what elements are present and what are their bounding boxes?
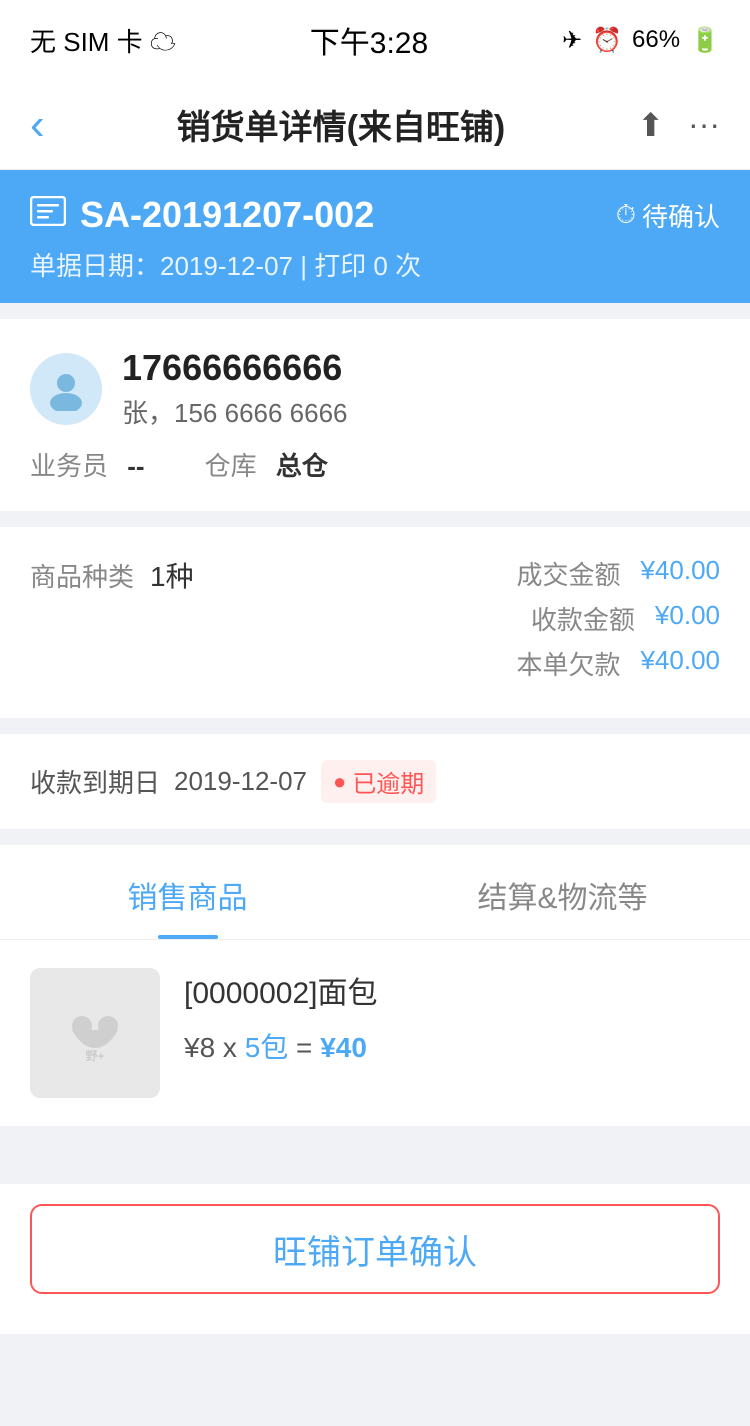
nav-bar: ‹ 销货单详情(来自旺铺) ⬆ ··· [0, 80, 750, 170]
status-bar: 无 SIM 卡 ☁ 下午3:28 ✈ ⏰ 66% 🔋 [0, 0, 750, 80]
order-banner: SA-20191207-002 ⏱ 待确认 单据日期：2019-12-07 | … [0, 170, 750, 303]
location-icon: ✈ [562, 26, 582, 55]
amount-value-0: ¥40.00 [640, 555, 720, 592]
confirm-button[interactable]: 旺铺订单确认 [30, 1204, 720, 1294]
tabs: 销售商品 结算&物流等 [0, 845, 750, 940]
tab-settlement[interactable]: 结算&物流等 [375, 845, 750, 939]
product-name: [0000002]面包 [184, 968, 720, 1012]
nav-actions: ⬆ ··· [637, 106, 720, 144]
tab-products[interactable]: 销售商品 [0, 845, 375, 939]
status-time: 下午3:28 [310, 18, 428, 62]
summary-card: 商品种类 1种 成交金额 ¥40.00 收款金额 ¥0.00 本单欠款 ¥40.… [0, 527, 750, 718]
clock-icon: ⏱ [616, 199, 636, 231]
sales-label: 业务员 [30, 451, 108, 481]
more-icon[interactable]: ··· [688, 106, 720, 143]
battery-level: 66% [632, 26, 680, 54]
status-right: ✈ ⏰ 66% 🔋 [562, 26, 720, 55]
customer-contact: 张，156 6666 6666 [122, 393, 348, 430]
amount-value-2: ¥40.00 [640, 645, 720, 682]
product-type-value: 1种 [150, 555, 194, 595]
product-price: ¥8 x 5包 = ¥40 [184, 1026, 720, 1066]
order-icon [30, 196, 66, 234]
battery-icon: 🔋 [690, 26, 720, 55]
due-label: 收款到期日 [30, 763, 160, 800]
product-thumbnail: 野+ [30, 968, 160, 1098]
product-total: ¥40 [320, 1032, 367, 1063]
sim-indicator: 无 SIM 卡 ☁ [30, 22, 176, 59]
product-item: 野+ [0000002]面包 ¥8 x 5包 = ¥40 [0, 940, 750, 1126]
page-title: 销货单详情(来自旺铺) [177, 100, 506, 149]
product-details: [0000002]面包 ¥8 x 5包 = ¥40 [184, 968, 720, 1066]
svg-text:野+: 野+ [85, 1049, 104, 1063]
order-meta: 单据日期：2019-12-07 | 打印 0 次 [30, 246, 720, 283]
equals-text: = [288, 1032, 320, 1063]
due-date-row: 收款到期日 2019-12-07 ● 已逾期 [0, 734, 750, 829]
share-icon[interactable]: ⬆ [637, 106, 664, 144]
back-button[interactable]: ‹ [30, 100, 45, 150]
alarm-icon: ⏰ [592, 26, 622, 55]
price-text: ¥8 x [184, 1032, 245, 1063]
customer-phone: 17666666666 [122, 347, 348, 389]
due-date: 2019-12-07 [174, 766, 307, 797]
amount-label-1: 收款金额 [531, 600, 635, 637]
status-left: 无 SIM 卡 ☁ [30, 22, 176, 59]
order-status: ⏱ 待确认 [616, 197, 720, 234]
confirm-bar: 旺铺订单确认 [0, 1184, 750, 1334]
amount-label-0: 成交金额 [516, 555, 620, 592]
product-qty: 5包 [245, 1032, 289, 1063]
avatar [30, 353, 102, 425]
customer-card: 17666666666 张，156 6666 6666 业务员 -- 仓库 总仓 [0, 319, 750, 511]
summary-amounts: 成交金额 ¥40.00 收款金额 ¥0.00 本单欠款 ¥40.00 [516, 555, 720, 690]
order-id: SA-20191207-002 [30, 194, 374, 236]
overdue-badge: ● 已逾期 [321, 760, 436, 803]
overdue-icon: ● [333, 769, 346, 795]
customer-meta: 业务员 -- 仓库 总仓 [30, 446, 720, 483]
warehouse-value: 总仓 [276, 451, 328, 481]
amount-label-2: 本单欠款 [516, 645, 620, 682]
product-type-label: 商品种类 [30, 557, 134, 594]
amount-value-1: ¥0.00 [655, 600, 720, 637]
warehouse-label: 仓库 [205, 451, 257, 481]
sales-value: -- [127, 451, 144, 481]
